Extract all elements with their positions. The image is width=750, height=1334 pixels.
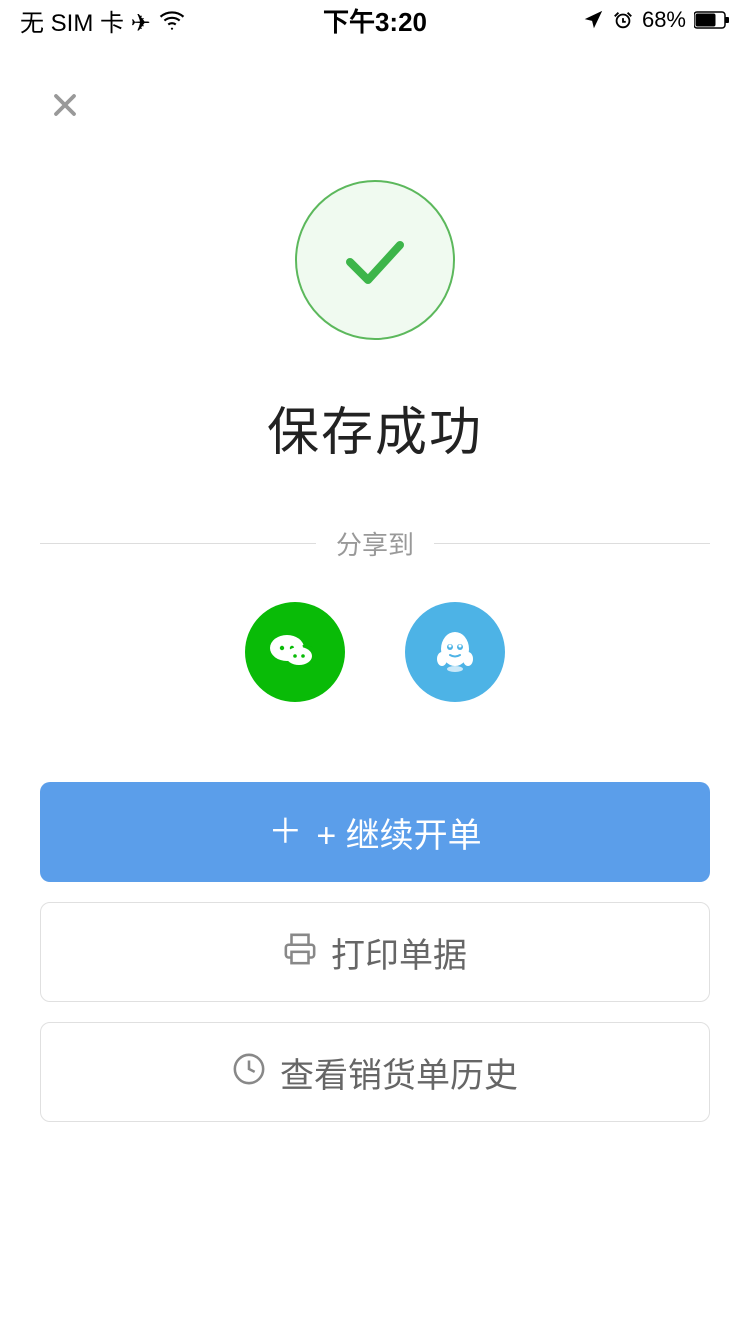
history-label: 查看销货单历史: [280, 1048, 518, 1097]
wechat-icon: [265, 622, 325, 682]
signal-text: 无 SIM 卡 ✈: [20, 3, 151, 38]
qq-icon: [424, 621, 486, 683]
continue-label: + 继续开单: [316, 808, 481, 857]
wechat-share-button[interactable]: [245, 602, 345, 702]
divider-left: [40, 543, 316, 544]
history-button[interactable]: 查看销货单历史: [40, 1022, 710, 1122]
share-label: 分享到: [336, 525, 414, 562]
battery-text: 68%: [642, 7, 686, 33]
share-icons: [245, 602, 505, 702]
location-icon: [582, 9, 604, 31]
status-left: 无 SIM 卡 ✈: [20, 3, 185, 38]
print-label: 打印单据: [331, 928, 467, 977]
success-title: 保存成功: [267, 390, 483, 465]
status-right: 68%: [582, 7, 730, 33]
close-button[interactable]: [40, 80, 90, 130]
checkmark-icon: [335, 220, 415, 300]
print-button[interactable]: 打印单据: [40, 902, 710, 1002]
status-bar: 无 SIM 卡 ✈ 下午3:20 68%: [0, 0, 750, 40]
print-icon: [283, 932, 317, 972]
continue-button[interactable]: ＋ + 继续开单: [40, 782, 710, 882]
battery-icon: [694, 10, 730, 30]
share-section: 分享到: [40, 525, 710, 702]
action-buttons: ＋ + 继续开单 打印单据 查看销货单历史: [40, 782, 710, 1122]
qq-share-button[interactable]: [405, 602, 505, 702]
status-time: 下午3:20: [323, 2, 427, 39]
history-icon: [232, 1052, 266, 1092]
plus-icon: ＋: [268, 815, 302, 849]
wifi-icon: [159, 7, 185, 33]
main-content: 保存成功 分享到: [0, 40, 750, 1334]
share-divider: 分享到: [40, 525, 710, 562]
alarm-icon: [612, 9, 634, 31]
success-indicator: [295, 180, 455, 340]
divider-right: [434, 543, 710, 544]
